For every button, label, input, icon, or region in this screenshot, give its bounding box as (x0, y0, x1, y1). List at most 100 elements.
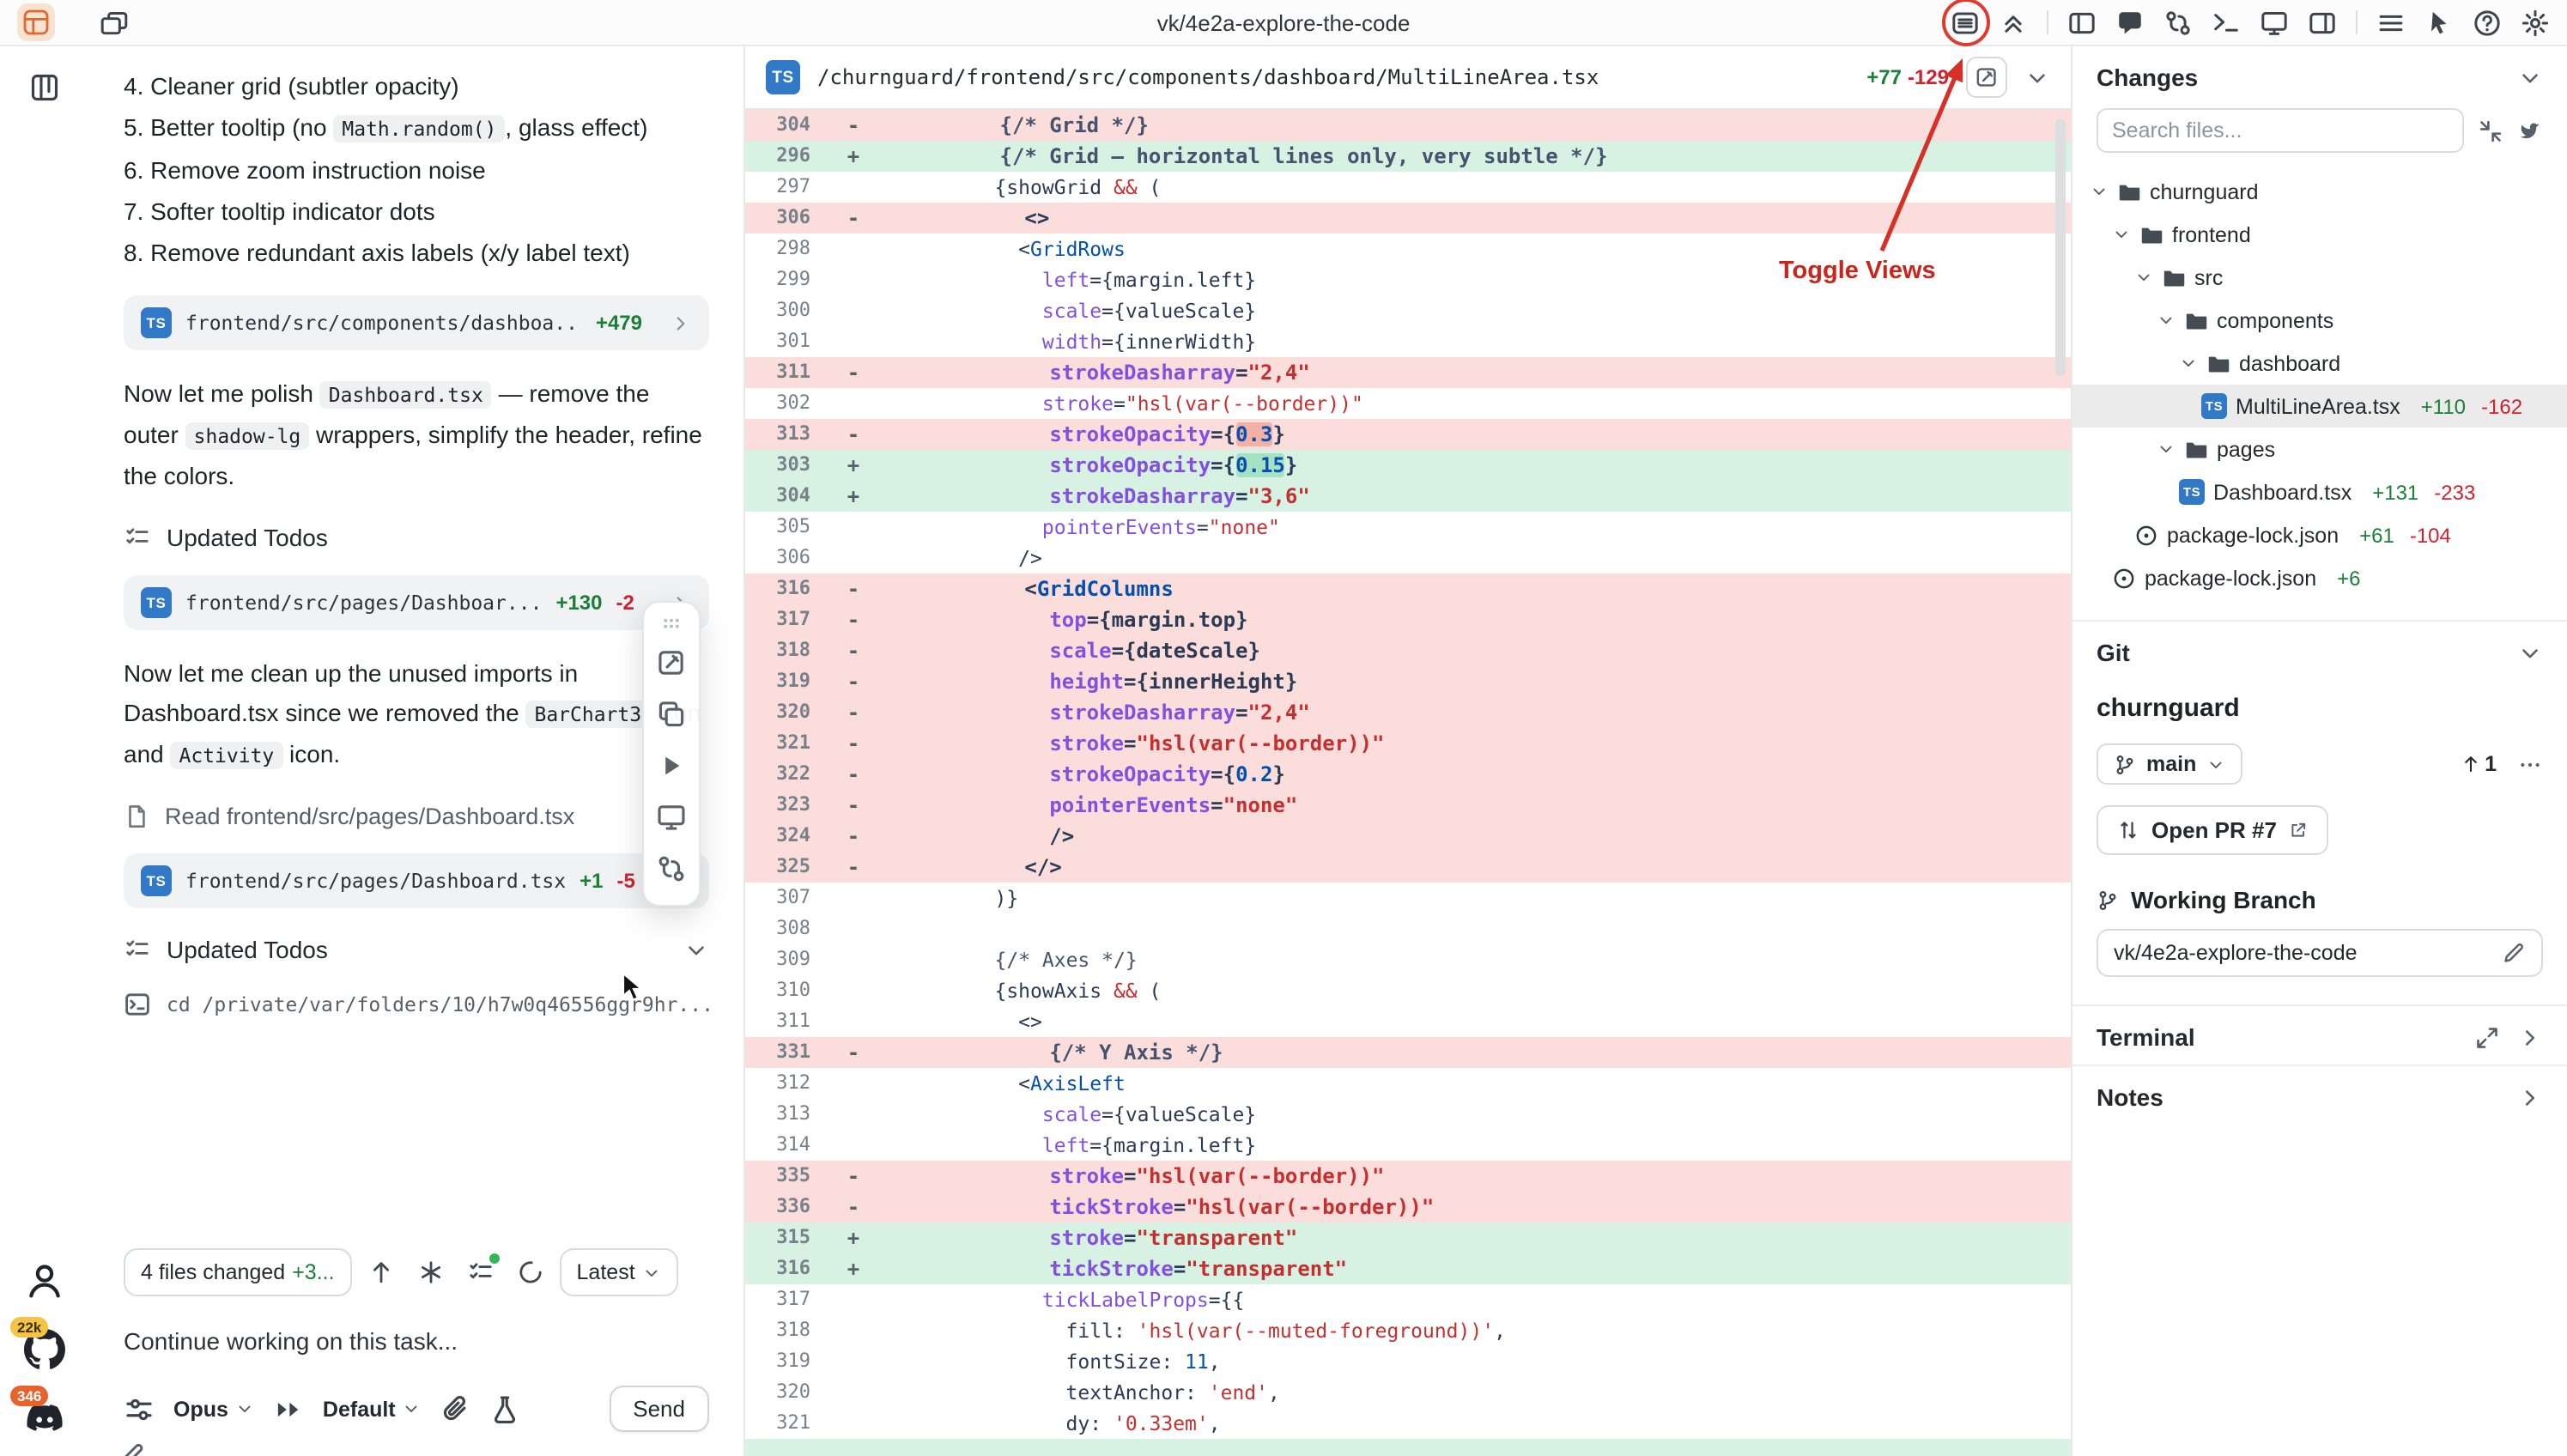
files-changed-button[interactable]: 4 files changed +3... (124, 1248, 352, 1296)
monitor-icon[interactable] (2260, 8, 2289, 37)
chevron-down-icon[interactable] (2517, 640, 2543, 665)
tree-folder-dashboard[interactable]: dashboard (2072, 342, 2567, 385)
panel-right-icon[interactable] (2308, 8, 2337, 37)
window-icon[interactable] (100, 8, 129, 37)
expand-icon[interactable] (2474, 1024, 2500, 1050)
code-text: strokeDasharray="3,6" (876, 481, 2071, 512)
chevron-down-icon[interactable] (2112, 225, 2131, 244)
terminal-icon[interactable] (2212, 8, 2241, 37)
sliders-icon[interactable] (124, 1393, 155, 1424)
chevron-right-icon[interactable] (2517, 1084, 2543, 1110)
kanban-icon[interactable] (17, 60, 72, 115)
pen-icon[interactable] (117, 1441, 146, 1456)
more-icon[interactable] (2517, 751, 2543, 777)
file-name: MultiLineArea.tsx (2236, 394, 2400, 418)
gear-icon[interactable] (2521, 8, 2550, 37)
updated-todos-row[interactable]: Updated Todos (124, 936, 709, 963)
terminal-header[interactable]: Terminal (2072, 1006, 2567, 1065)
diff-line: 307 )} (745, 883, 2071, 913)
chevron-down-icon[interactable] (2157, 311, 2176, 330)
diff-sign (831, 1284, 876, 1315)
chevron-down-icon[interactable] (2134, 268, 2153, 287)
collapse-all-icon[interactable] (2478, 118, 2503, 143)
chevron-down-icon[interactable] (2517, 64, 2543, 90)
folder-icon (2184, 437, 2208, 461)
play-icon[interactable] (649, 740, 694, 792)
file-search-input[interactable]: Search files... (2097, 108, 2464, 153)
help-icon[interactable] (2473, 8, 2502, 37)
scrollbar-thumb[interactable] (2055, 118, 2066, 376)
line-number: 305 (745, 512, 831, 543)
latest-dropdown[interactable]: Latest (560, 1248, 678, 1296)
file-diff-chip[interactable]: TSfrontend/src/components/dashboa...+479 (124, 295, 709, 350)
chevron-down-icon[interactable] (2090, 182, 2109, 201)
line-number: 302 (745, 388, 831, 419)
edit-square-icon[interactable] (649, 637, 694, 689)
tree-file-package-lock.json[interactable]: package-lock.json+61-104 (2072, 513, 2567, 556)
arrow-up-icon[interactable] (361, 1252, 402, 1293)
chevron-down-icon[interactable] (2157, 440, 2176, 458)
tree-folder-churnguard[interactable]: churnguard (2072, 170, 2567, 213)
changes-title: Changes (2097, 64, 2500, 91)
git-compare-icon[interactable] (649, 843, 694, 895)
tree-file-Dashboard.tsx[interactable]: TSDashboard.tsx+131-233 (2072, 470, 2567, 513)
branch-name: main (2146, 752, 2196, 776)
code-text: {/* Grid */} (876, 110, 2071, 141)
tree-folder-components[interactable]: components (2072, 299, 2567, 342)
app-window: vk/4e2a-explore-the-code 22k346 4. Clean… (0, 0, 2567, 1456)
working-branch-input[interactable]: vk/4e2a-explore-the-code (2097, 929, 2543, 977)
terminal-command-row[interactable]: cd /private/var/folders/10/h7w0q46556ggr… (124, 991, 709, 1018)
model-selector[interactable]: Opus (173, 1397, 254, 1421)
view-toggle-icon[interactable] (1951, 8, 1980, 37)
read-file-row[interactable]: Read frontend/src/pages/Dashboard.tsx (124, 804, 709, 829)
git-header[interactable]: Git (2072, 622, 2567, 680)
folder-icon (2162, 265, 2186, 289)
chevron-down-icon[interactable] (2024, 64, 2050, 90)
git-compare-icon[interactable] (2163, 8, 2193, 37)
bird-icon[interactable] (2517, 118, 2543, 143)
monitor-icon[interactable] (649, 792, 694, 843)
app-logo-icon[interactable] (17, 3, 55, 41)
pencil-icon[interactable] (2502, 941, 2526, 965)
tree-file-package-lock.json[interactable]: package-lock.json+6 (2072, 556, 2567, 599)
cursor-icon[interactable] (2424, 8, 2454, 37)
status-row: 4 files changed +3... Latest (124, 1248, 709, 1296)
paperclip-icon[interactable] (440, 1393, 471, 1424)
copy-icon[interactable] (649, 689, 694, 740)
chevron-down-icon[interactable] (683, 937, 709, 962)
tree-folder-pages[interactable]: pages (2072, 428, 2567, 470)
menu-icon[interactable] (2376, 8, 2406, 37)
chevron-down-icon[interactable] (2179, 354, 2198, 373)
discord-button[interactable]: 346 (24, 1398, 65, 1439)
fast-forward-icon[interactable] (273, 1393, 304, 1424)
tree-folder-src[interactable]: src (2072, 256, 2567, 299)
tree-file-MultiLineArea.tsx[interactable]: TSMultiLineArea.tsx+110-162 (2072, 385, 2567, 428)
updated-todos-row[interactable]: Updated Todos (124, 524, 709, 551)
person-button[interactable] (24, 1260, 65, 1301)
floating-toolbar[interactable] (642, 601, 701, 907)
tasklist-icon[interactable] (460, 1252, 501, 1293)
notes-header[interactable]: Notes (2072, 1066, 2567, 1125)
chat-input[interactable]: Continue working on this task... (124, 1327, 709, 1355)
diff-view-toggle-button[interactable] (1966, 57, 2007, 98)
file-diff-chip[interactable]: TSfrontend/src/pages/Dashboar...+130-2 (124, 575, 709, 630)
asterisk-icon[interactable] (410, 1252, 452, 1293)
flask-icon[interactable] (490, 1393, 521, 1424)
send-button[interactable]: Send (609, 1386, 709, 1432)
diff-sign: - (831, 790, 876, 821)
github-button[interactable]: 22k (24, 1329, 65, 1370)
file-diff-chip[interactable]: TSfrontend/src/pages/Dashboard.tsx+1-5 (124, 853, 709, 908)
panel-left-icon[interactable] (2067, 8, 2097, 37)
branch-selector[interactable]: main (2097, 743, 2242, 785)
changes-header[interactable]: Changes (2072, 46, 2567, 105)
open-pr-button[interactable]: Open PR #7 (2097, 805, 2328, 855)
mode-selector[interactable]: Default (323, 1397, 422, 1421)
line-number: 317 (745, 604, 831, 635)
drag-handle-icon[interactable] (654, 610, 689, 637)
tree-folder-frontend[interactable]: frontend (2072, 213, 2567, 256)
chevron-right-icon[interactable] (2517, 1024, 2543, 1050)
chat-icon[interactable] (2115, 8, 2145, 37)
composer: 4 files changed +3... Latest Continue wo… (89, 1235, 743, 1456)
line-number: 318 (745, 1315, 831, 1346)
chevrons-up-icon[interactable] (1999, 8, 2028, 37)
